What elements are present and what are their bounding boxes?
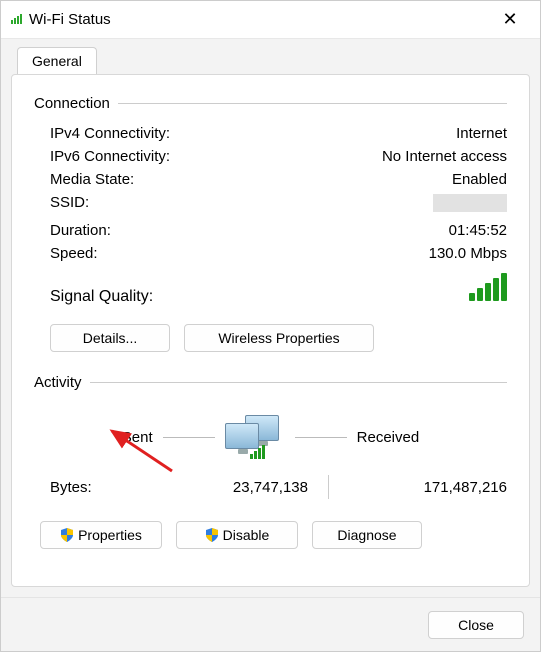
received-label: Received [357, 429, 420, 446]
ipv6-value: No Internet access [382, 148, 507, 165]
shield-icon [60, 528, 74, 542]
ipv6-label: IPv6 Connectivity: [50, 148, 170, 165]
duration-label: Duration: [50, 222, 111, 239]
properties-button-label: Properties [78, 527, 142, 543]
activity-group-header: Activity [34, 374, 507, 391]
divider [295, 437, 347, 438]
ipv4-value: Internet [456, 125, 507, 142]
divider [90, 382, 507, 383]
properties-button[interactable]: Properties [40, 521, 162, 549]
divider [163, 437, 215, 438]
speed-label: Speed: [50, 245, 98, 262]
disable-button-label: Disable [223, 527, 270, 543]
ssid-row: SSID: [34, 191, 507, 219]
media-state-value: Enabled [452, 171, 507, 188]
close-button[interactable]: Close [428, 611, 524, 639]
bytes-label: Bytes: [50, 479, 130, 496]
sent-label: Sent [122, 429, 153, 446]
tab-strip: General [11, 47, 530, 75]
duration-row: Duration: 01:45:52 [34, 219, 507, 242]
detail-buttons-row: Details... Wireless Properties [50, 324, 507, 352]
media-state-row: Media State: Enabled [34, 168, 507, 191]
media-state-label: Media State: [50, 171, 134, 188]
signal-quality-row: Signal Quality: [34, 273, 507, 306]
client-area: General Connection IPv4 Connectivity: In… [1, 39, 540, 597]
ipv4-row: IPv4 Connectivity: Internet [34, 122, 507, 145]
ssid-label: SSID: [50, 194, 89, 216]
wifi-status-window: Wi-Fi Status ✕ General Connection IPv4 C… [0, 0, 541, 652]
diagnose-button[interactable]: Diagnose [312, 521, 422, 549]
duration-value: 01:45:52 [449, 222, 507, 239]
close-icon[interactable]: ✕ [490, 9, 530, 30]
tab-general[interactable]: General [17, 47, 97, 74]
disable-button[interactable]: Disable [176, 521, 298, 549]
bytes-received-value: 171,487,216 [329, 479, 507, 496]
footer: Close [1, 597, 540, 651]
speed-value: 130.0 Mbps [429, 245, 507, 262]
ipv6-row: IPv6 Connectivity: No Internet access [34, 145, 507, 168]
network-monitors-icon [225, 415, 285, 459]
bytes-row: Bytes: 23,747,138 171,487,216 [34, 475, 507, 499]
titlebar: Wi-Fi Status ✕ [1, 1, 540, 39]
details-button[interactable]: Details... [50, 324, 170, 352]
bottom-buttons-row: Properties Disable Diagnose [34, 521, 507, 549]
general-panel: Connection IPv4 Connectivity: Internet I… [11, 74, 530, 587]
signal-bars-icon [467, 273, 507, 306]
shield-icon [205, 528, 219, 542]
window-title: Wi-Fi Status [29, 11, 490, 28]
bytes-sent-value: 23,747,138 [130, 479, 328, 496]
activity-header-label: Activity [34, 374, 82, 391]
ssid-value-redacted [433, 194, 507, 212]
wireless-properties-button[interactable]: Wireless Properties [184, 324, 374, 352]
ipv4-label: IPv4 Connectivity: [50, 125, 170, 142]
divider [118, 103, 507, 104]
activity-graphic-row: Sent Received [34, 415, 507, 459]
speed-row: Speed: 130.0 Mbps [34, 242, 507, 265]
wifi-signal-icon [11, 11, 23, 29]
connection-header-label: Connection [34, 95, 110, 112]
connection-group-header: Connection [34, 95, 507, 112]
signal-quality-label: Signal Quality: [50, 288, 153, 306]
